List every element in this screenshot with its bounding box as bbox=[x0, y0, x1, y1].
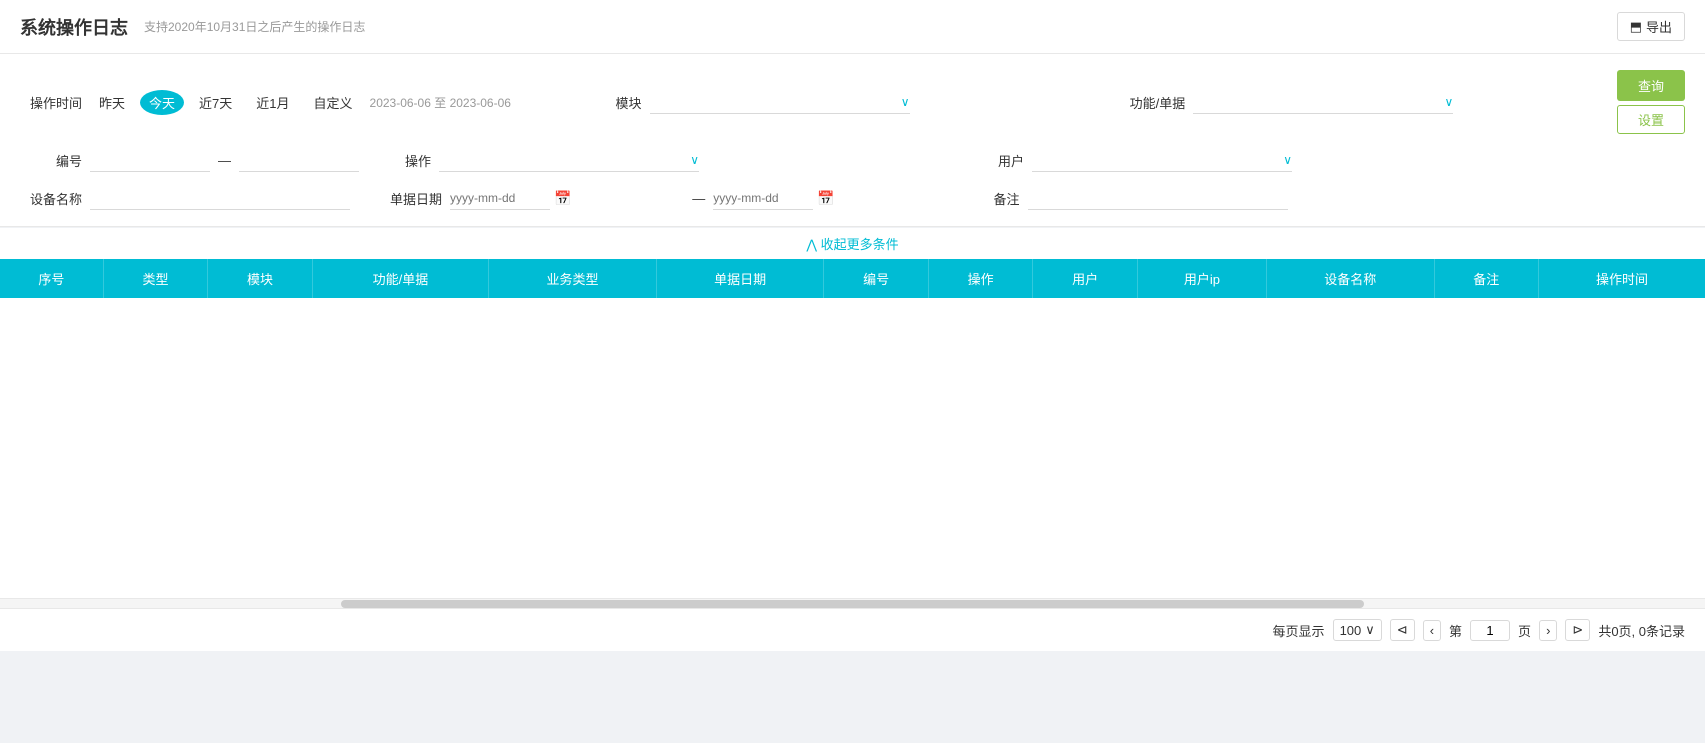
operation-select[interactable]: ∨ bbox=[439, 149, 699, 172]
export-button[interactable]: ⬒ 导出 bbox=[1617, 12, 1685, 41]
col-biz-type: 业务类型 bbox=[489, 259, 657, 298]
page-number-input[interactable] bbox=[1470, 620, 1510, 641]
action-buttons: 查询 设置 bbox=[1617, 70, 1685, 134]
col-seq: 序号 bbox=[0, 259, 103, 298]
page-title: 系统操作日志 bbox=[20, 14, 128, 40]
time-range-display: 2023-06-06 至 2023-06-06 bbox=[370, 94, 570, 111]
total-text: 共0页, 0条记录 bbox=[1598, 621, 1685, 640]
col-type: 类型 bbox=[103, 259, 207, 298]
function-filter: 功能/单据 ∨ bbox=[1123, 91, 1597, 114]
horizontal-scrollbar[interactable] bbox=[0, 598, 1705, 608]
time-label: 操作时间 bbox=[20, 93, 90, 112]
empty-area bbox=[0, 298, 1705, 598]
next-page-button[interactable]: › bbox=[1539, 620, 1557, 641]
page-label: 第 bbox=[1449, 621, 1462, 640]
first-page-button[interactable]: ⊲ bbox=[1390, 619, 1415, 641]
device-input[interactable] bbox=[90, 186, 350, 210]
filter-row-2: 编号 — 操作 ∨ 用户 ∨ bbox=[20, 148, 1685, 172]
date-from-input[interactable] bbox=[450, 187, 550, 210]
remark-input[interactable] bbox=[1028, 186, 1288, 210]
per-page-chevron-icon: ∨ bbox=[1365, 622, 1375, 638]
collapse-label: 收起更多条件 bbox=[821, 237, 899, 252]
time-btn-today[interactable]: 今天 bbox=[140, 90, 184, 115]
filter-row-1: 操作时间 昨天 今天 近7天 近1月 自定义 2023-06-06 至 2023… bbox=[20, 70, 1685, 134]
header-actions: ⬒ 导出 bbox=[1617, 12, 1685, 41]
data-table: 序号 类型 模块 功能/单据 业务类型 单据日期 编号 操作 用户 用户ip 设… bbox=[0, 259, 1705, 298]
number-input-to[interactable] bbox=[239, 148, 359, 172]
export-icon: ⬒ bbox=[1630, 19, 1642, 35]
doc-date-filter: 单据日期 📅 — 📅 bbox=[390, 187, 948, 210]
page-header: 系统操作日志 支持2020年10月31日之后产生的操作日志 ⬒ 导出 bbox=[0, 0, 1705, 54]
last-page-icon: ⊳ bbox=[1572, 622, 1583, 637]
module-filter: 模块 ∨ bbox=[610, 91, 1084, 114]
time-options: 昨天 今天 近7天 近1月 自定义 bbox=[90, 90, 362, 115]
col-number: 编号 bbox=[824, 259, 928, 298]
collapse-bar[interactable]: ⋀ 收起更多条件 bbox=[0, 227, 1705, 259]
module-select[interactable]: ∨ bbox=[650, 91, 910, 114]
date-from-wrap: 📅 bbox=[450, 187, 684, 210]
user-filter: 用户 ∨ bbox=[992, 149, 1545, 172]
prev-page-button[interactable]: ‹ bbox=[1423, 620, 1441, 641]
time-btn-1month[interactable]: 近1月 bbox=[247, 90, 298, 115]
time-btn-yesterday[interactable]: 昨天 bbox=[90, 90, 134, 115]
table-header-row: 序号 类型 模块 功能/单据 业务类型 单据日期 编号 操作 用户 用户ip 设… bbox=[0, 259, 1705, 298]
per-page-label: 每页显示 bbox=[1273, 621, 1325, 640]
date-dash: — bbox=[684, 191, 713, 206]
col-module: 模块 bbox=[208, 259, 312, 298]
user-chevron-icon: ∨ bbox=[1283, 153, 1292, 167]
filter-panel: 操作时间 昨天 今天 近7天 近1月 自定义 2023-06-06 至 2023… bbox=[0, 54, 1705, 227]
col-operation: 操作 bbox=[928, 259, 1032, 298]
col-user-ip: 用户ip bbox=[1137, 259, 1266, 298]
module-label: 模块 bbox=[610, 93, 650, 112]
user-label: 用户 bbox=[992, 151, 1032, 170]
pagination-bar: 每页显示 100 ∨ ⊲ ‹ 第 页 › ⊳ 共0页, 0条记录 bbox=[0, 608, 1705, 651]
user-select[interactable]: ∨ bbox=[1032, 149, 1292, 172]
col-op-time: 操作时间 bbox=[1539, 259, 1705, 298]
remark-filter: 备注 bbox=[988, 186, 1546, 210]
time-btn-custom[interactable]: 自定义 bbox=[305, 90, 362, 115]
operation-filter: 操作 ∨ bbox=[399, 149, 952, 172]
function-label: 功能/单据 bbox=[1123, 93, 1193, 112]
col-function: 功能/单据 bbox=[312, 259, 488, 298]
module-chevron-icon: ∨ bbox=[901, 95, 910, 109]
time-btn-7days[interactable]: 近7天 bbox=[190, 90, 241, 115]
filter-row-3: 设备名称 单据日期 📅 — 📅 备注 bbox=[20, 186, 1685, 210]
query-button[interactable]: 查询 bbox=[1617, 70, 1685, 101]
operation-chevron-icon: ∨ bbox=[690, 153, 699, 167]
page-subtitle: 支持2020年10月31日之后产生的操作日志 bbox=[144, 18, 365, 35]
last-page-button[interactable]: ⊳ bbox=[1565, 619, 1590, 641]
per-page-value: 100 bbox=[1340, 623, 1362, 638]
number-dash: — bbox=[210, 153, 239, 168]
col-remark: 备注 bbox=[1434, 259, 1538, 298]
remark-label: 备注 bbox=[988, 189, 1028, 208]
device-label: 设备名称 bbox=[20, 189, 90, 208]
number-input-from[interactable] bbox=[90, 148, 210, 172]
function-chevron-icon: ∨ bbox=[1444, 95, 1453, 109]
col-user: 用户 bbox=[1033, 259, 1137, 298]
date-to-wrap: 📅 bbox=[713, 187, 947, 210]
col-doc-date: 单据日期 bbox=[656, 259, 824, 298]
date-to-input[interactable] bbox=[713, 187, 813, 210]
table-container: 序号 类型 模块 功能/单据 业务类型 单据日期 编号 操作 用户 用户ip 设… bbox=[0, 259, 1705, 598]
calendar-to-icon[interactable]: 📅 bbox=[817, 190, 834, 207]
function-select[interactable]: ∨ bbox=[1193, 91, 1453, 114]
collapse-icon: ⋀ bbox=[806, 237, 817, 252]
next-page-icon: › bbox=[1546, 623, 1550, 638]
doc-date-label: 单据日期 bbox=[390, 189, 450, 208]
col-device: 设备名称 bbox=[1266, 259, 1434, 298]
prev-page-icon: ‹ bbox=[1430, 623, 1434, 638]
calendar-from-icon[interactable]: 📅 bbox=[554, 190, 571, 207]
scrollbar-thumb[interactable] bbox=[341, 600, 1364, 608]
settings-button[interactable]: 设置 bbox=[1617, 105, 1685, 134]
page-unit: 页 bbox=[1518, 621, 1531, 640]
first-page-icon: ⊲ bbox=[1397, 622, 1408, 637]
number-label: 编号 bbox=[20, 151, 90, 170]
operation-label: 操作 bbox=[399, 151, 439, 170]
per-page-select[interactable]: 100 ∨ bbox=[1333, 619, 1382, 641]
